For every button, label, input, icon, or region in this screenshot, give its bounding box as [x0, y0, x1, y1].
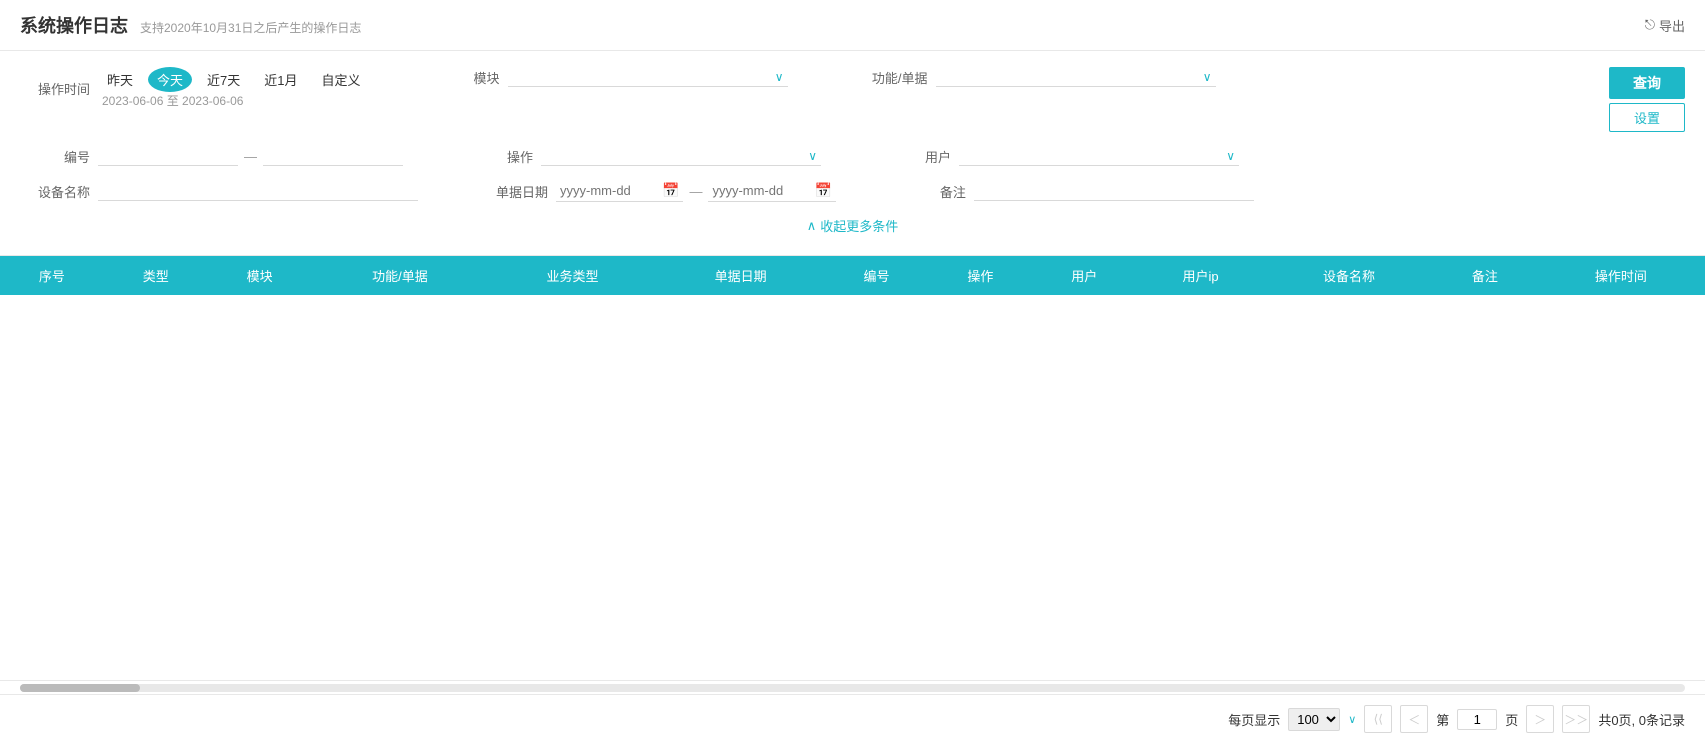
date-end-wrapper: 📅 [708, 180, 835, 202]
table-header: 序号 类型 模块 功能/单据 业务类型 单据日期 编号 操作 用户 用户ip 设… [0, 256, 1705, 295]
number-label: 编号 [20, 147, 90, 166]
function-select[interactable] [936, 67, 1216, 87]
remark-label: 备注 [896, 182, 966, 201]
export-icon: ⎋ [1645, 17, 1655, 33]
operation-select-wrapper: ∨ [541, 146, 821, 166]
total-text: 共0页, 0条记录 [1598, 710, 1685, 729]
per-page-label: 每页显示 [1228, 710, 1280, 729]
next-page-button[interactable]: ＞ [1526, 705, 1554, 733]
col-user-ip: 用户ip [1136, 256, 1265, 295]
col-biz-type: 业务类型 [488, 256, 656, 295]
export-label: 导出 [1659, 16, 1685, 35]
page-title: 系统操作日志 [20, 12, 128, 38]
col-op-time: 操作时间 [1537, 256, 1705, 295]
table-header-row: 序号 类型 模块 功能/单据 业务类型 单据日期 编号 操作 用户 用户ip 设… [0, 256, 1705, 295]
col-device: 设备名称 [1265, 256, 1433, 295]
device-input[interactable] [98, 181, 418, 201]
time-btn-custom[interactable]: 自定义 [313, 67, 370, 92]
scrollbar-area[interactable] [0, 680, 1705, 694]
filter-row-2: 编号 — 操作 ∨ 用户 [20, 146, 1685, 166]
collapse-bar: ∧ 收起更多条件 [20, 210, 1685, 239]
calendar-start-icon[interactable]: 📅 [662, 182, 679, 199]
first-page-button[interactable]: ⟨⟨ [1364, 705, 1392, 733]
page-subtitle: 支持2020年10月31日之后产生的操作日志 [140, 19, 361, 36]
calendar-end-icon[interactable]: 📅 [814, 182, 831, 199]
function-label: 功能/单据 [848, 68, 928, 87]
col-seq: 序号 [0, 256, 104, 295]
filter-area: 操作时间 昨天 今天 近7天 近1月 自定义 2023-06-06 至 2023… [0, 51, 1705, 256]
voucher-date-label: 单据日期 [478, 182, 548, 201]
device-label: 设备名称 [20, 182, 90, 201]
user-filter: 用户 ∨ [881, 146, 1239, 166]
module-select[interactable] [508, 67, 788, 87]
time-btn-7days[interactable]: 近7天 [198, 67, 249, 92]
remark-input[interactable] [974, 181, 1254, 201]
time-options: 昨天 今天 近7天 近1月 自定义 [98, 67, 370, 92]
time-btn-yesterday[interactable]: 昨天 [98, 67, 142, 92]
last-page-button[interactable]: ＞＞ [1562, 705, 1590, 733]
query-button[interactable]: 查询 [1609, 67, 1685, 99]
col-function: 功能/单据 [311, 256, 488, 295]
page-number-input[interactable] [1457, 709, 1497, 730]
page-label: 第 [1436, 710, 1449, 729]
data-table: 序号 类型 模块 功能/单据 业务类型 单据日期 编号 操作 用户 用户ip 设… [0, 256, 1705, 295]
settings-button[interactable]: 设置 [1609, 103, 1685, 132]
date-start-wrapper: 📅 [556, 180, 683, 202]
table-area: 序号 类型 模块 功能/单据 业务类型 单据日期 编号 操作 用户 用户ip 设… [0, 256, 1705, 680]
col-user: 用户 [1032, 256, 1136, 295]
function-filter: 功能/单据 ∨ [848, 67, 1216, 87]
operation-select[interactable] [541, 146, 821, 166]
function-select-wrapper: ∨ [936, 67, 1216, 87]
remark-filter: 备注 [896, 181, 1254, 201]
module-filter: 模块 ∨ [430, 67, 788, 87]
empty-area [0, 295, 1705, 635]
number-filter: 编号 — [20, 146, 403, 166]
time-label: 操作时间 [20, 79, 90, 98]
scrollbar-track[interactable] [20, 684, 1685, 692]
collapse-label: 收起更多条件 [820, 216, 898, 235]
time-filter: 操作时间 昨天 今天 近7天 近1月 自定义 2023-06-06 至 2023… [20, 67, 370, 109]
number-dash: — [244, 149, 257, 164]
number-end-input[interactable] [263, 146, 403, 166]
date-end-input[interactable] [712, 183, 812, 198]
time-range-text: 2023-06-06 至 2023-06-06 [102, 92, 370, 109]
col-voucher-date: 单据日期 [657, 256, 825, 295]
page-end-label: 页 [1505, 710, 1518, 729]
collapse-up-icon: ∧ [807, 218, 817, 234]
chevron-down-icon: ∨ [1348, 713, 1356, 726]
number-start-input[interactable] [98, 146, 238, 166]
col-remark: 备注 [1433, 256, 1537, 295]
time-btn-today[interactable]: 今天 [148, 67, 192, 92]
operation-filter: 操作 ∨ [463, 146, 821, 166]
export-button[interactable]: ⎋ 导出 [1645, 16, 1685, 35]
module-label: 模块 [430, 68, 500, 87]
time-btn-1month[interactable]: 近1月 [255, 67, 306, 92]
col-number: 编号 [825, 256, 929, 295]
user-select[interactable] [959, 146, 1239, 166]
scrollbar-thumb[interactable] [20, 684, 140, 692]
date-start-input[interactable] [560, 183, 660, 198]
col-operation: 操作 [928, 256, 1032, 295]
user-select-wrapper: ∨ [959, 146, 1239, 166]
date-dash: — [689, 184, 702, 199]
col-module: 模块 [208, 256, 312, 295]
col-type: 类型 [104, 256, 208, 295]
voucher-date-filter: 单据日期 📅 — 📅 [478, 180, 836, 202]
prev-page-button[interactable]: ＜ [1400, 705, 1428, 733]
per-page-select[interactable]: 100 10 20 50 200 [1288, 708, 1340, 731]
user-label: 用户 [881, 147, 951, 166]
header-left: 系统操作日志 支持2020年10月31日之后产生的操作日志 [20, 12, 361, 38]
collapse-button[interactable]: ∧ 收起更多条件 [807, 216, 899, 235]
page-header: 系统操作日志 支持2020年10月31日之后产生的操作日志 ⎋ 导出 [0, 0, 1705, 51]
filter-row-3: 设备名称 单据日期 📅 — 📅 备注 [20, 180, 1685, 202]
operation-label: 操作 [463, 147, 533, 166]
module-select-wrapper: ∨ [508, 67, 788, 87]
action-buttons: 查询 设置 [1609, 67, 1685, 132]
device-filter: 设备名称 [20, 181, 418, 201]
pagination: 每页显示 100 10 20 50 200 ∨ ⟨⟨ ＜ 第 页 ＞ ＞＞ 共0… [0, 694, 1705, 743]
